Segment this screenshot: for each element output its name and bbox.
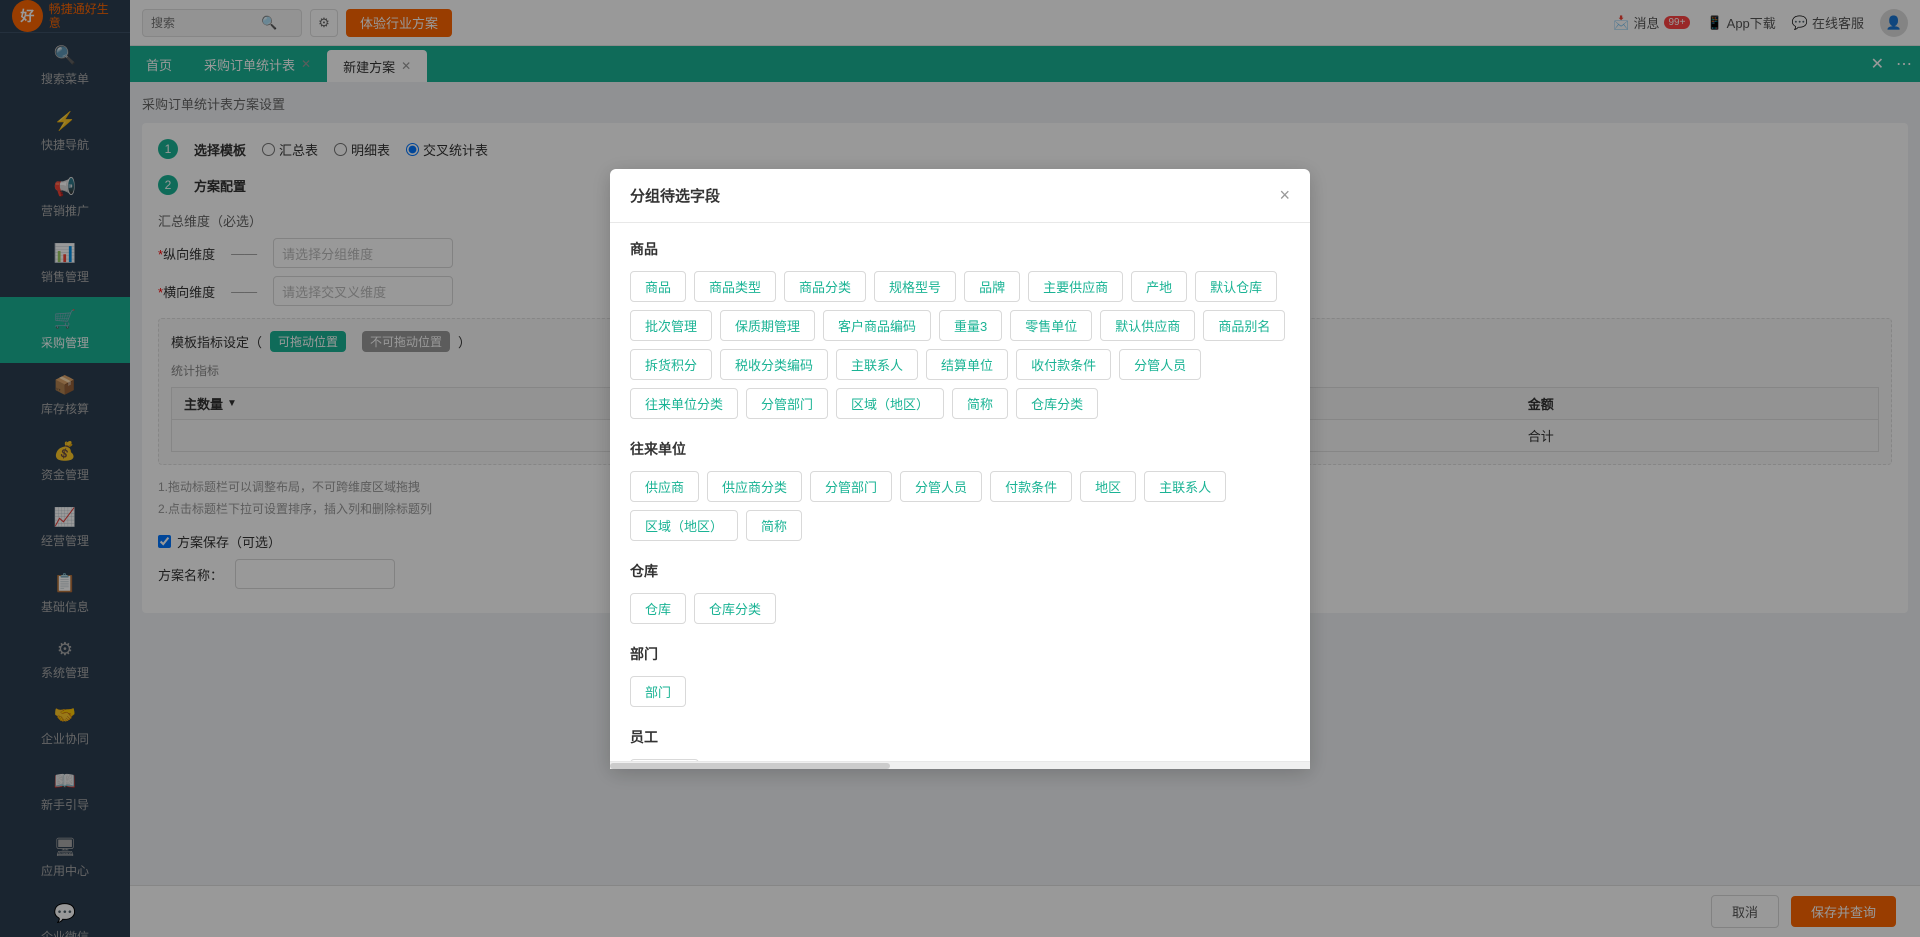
field-tag-1-1[interactable]: 供应商分类 [707,471,802,502]
field-tag-1-3[interactable]: 分管人员 [900,471,982,502]
field-tags-2: 仓库仓库分类 [630,593,1290,624]
field-tag-0-23[interactable]: 区域（地区） [836,388,944,419]
field-tag-0-19[interactable]: 收付款条件 [1016,349,1111,380]
field-tag-0-16[interactable]: 税收分类编码 [720,349,828,380]
field-tag-0-5[interactable]: 主要供应商 [1028,271,1123,302]
modal-overlay: 分组待选字段 × 商品商品商品类型商品分类规格型号品牌主要供应商产地默认仓库批次… [0,0,1920,937]
field-tag-0-22[interactable]: 分管部门 [746,388,828,419]
field-tag-0-8[interactable]: 批次管理 [630,310,712,341]
field-tag-0-9[interactable]: 保质期管理 [720,310,815,341]
field-tag-2-0[interactable]: 仓库 [630,593,686,624]
modal-header: 分组待选字段 × [610,169,1310,223]
modal-scrollbar-x [610,761,1310,769]
field-tag-1-0[interactable]: 供应商 [630,471,699,502]
field-tag-0-11[interactable]: 重量3 [939,310,1002,341]
modal-title: 分组待选字段 [630,185,720,206]
field-section-2: 仓库仓库仓库分类 [630,561,1290,624]
field-section-3: 部门部门 [630,644,1290,707]
field-tag-0-10[interactable]: 客户商品编码 [823,310,931,341]
field-tag-2-1[interactable]: 仓库分类 [694,593,776,624]
field-tag-0-3[interactable]: 规格型号 [874,271,956,302]
field-section-title-1: 往来单位 [630,439,1290,459]
field-tag-0-15[interactable]: 拆货积分 [630,349,712,380]
field-tag-1-2[interactable]: 分管部门 [810,471,892,502]
field-tag-0-17[interactable]: 主联系人 [836,349,918,380]
field-tag-0-24[interactable]: 简称 [952,388,1008,419]
field-section-title-3: 部门 [630,644,1290,664]
field-tag-0-6[interactable]: 产地 [1131,271,1187,302]
field-tag-0-0[interactable]: 商品 [630,271,686,302]
field-tag-0-14[interactable]: 商品别名 [1203,310,1285,341]
modal: 分组待选字段 × 商品商品商品类型商品分类规格型号品牌主要供应商产地默认仓库批次… [610,169,1310,769]
field-tags-3: 部门 [630,676,1290,707]
modal-close-icon[interactable]: × [1279,185,1290,206]
field-tags-1: 供应商供应商分类分管部门分管人员付款条件地区主联系人区域（地区） 简称 [630,471,1290,541]
modal-scrollbar-x-thumb [610,763,890,769]
field-tag-3-0[interactable]: 部门 [630,676,686,707]
field-section-title-2: 仓库 [630,561,1290,581]
field-tag-0-18[interactable]: 结算单位 [926,349,1008,380]
field-section-title-4: 员工 [630,727,1290,747]
field-tags-0: 商品商品类型商品分类规格型号品牌主要供应商产地默认仓库批次管理保质期管理客户商品… [630,271,1290,419]
field-tag-0-1[interactable]: 商品类型 [694,271,776,302]
field-tag-1-6[interactable]: 主联系人 [1144,471,1226,502]
field-section-0: 商品商品商品类型商品分类规格型号品牌主要供应商产地默认仓库批次管理保质期管理客户… [630,239,1290,419]
field-tag-0-20[interactable]: 分管人员 [1119,349,1201,380]
modal-body: 商品商品商品类型商品分类规格型号品牌主要供应商产地默认仓库批次管理保质期管理客户… [610,223,1310,761]
field-tag-1-8[interactable]: 简称 [746,510,802,541]
field-tag-1-7[interactable]: 区域（地区） [630,510,738,541]
field-tag-0-21[interactable]: 往来单位分类 [630,388,738,419]
field-tag-0-12[interactable]: 零售单位 [1010,310,1092,341]
field-section-4: 员工业务员 [630,727,1290,761]
field-tag-0-25[interactable]: 仓库分类 [1016,388,1098,419]
field-section-1: 往来单位供应商供应商分类分管部门分管人员付款条件地区主联系人区域（地区） 简称 [630,439,1290,541]
field-tag-0-2[interactable]: 商品分类 [784,271,866,302]
field-tag-1-4[interactable]: 付款条件 [990,471,1072,502]
field-section-title-0: 商品 [630,239,1290,259]
field-tag-1-5[interactable]: 地区 [1080,471,1136,502]
field-tag-0-4[interactable]: 品牌 [964,271,1020,302]
field-tag-0-7[interactable]: 默认仓库 [1195,271,1277,302]
field-tag-0-13[interactable]: 默认供应商 [1100,310,1195,341]
